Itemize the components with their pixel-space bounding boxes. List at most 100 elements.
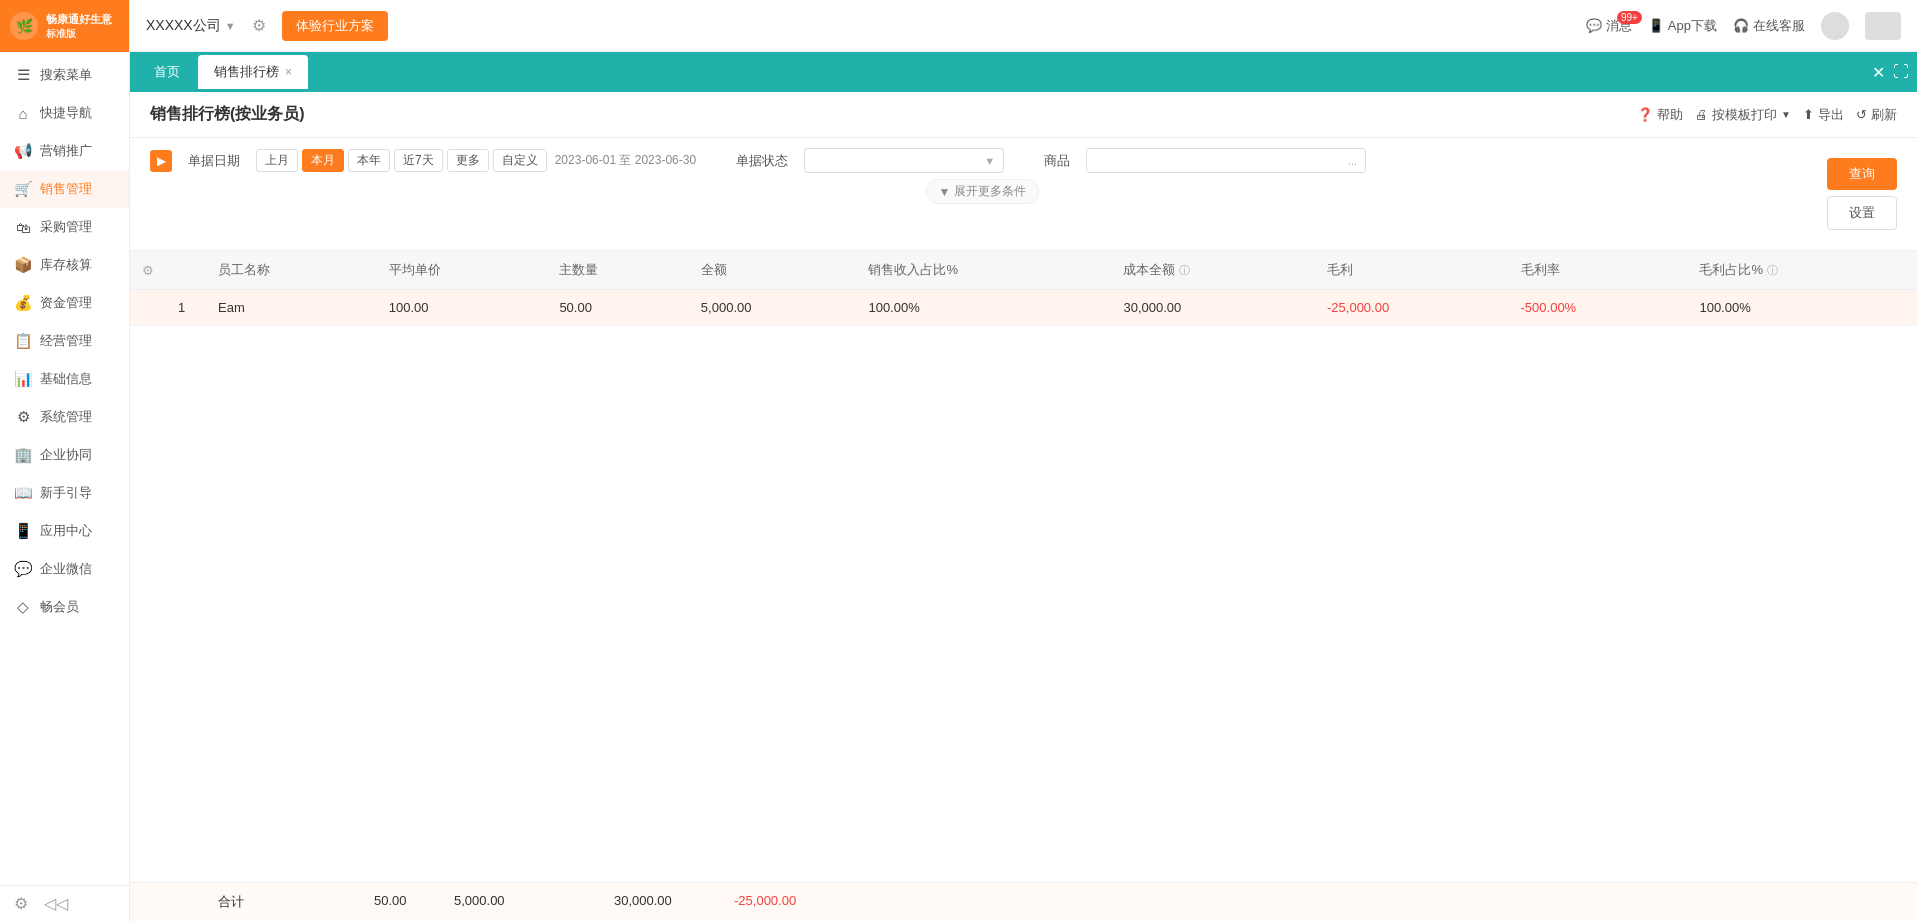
sidebar-item-label: 新手引导 [40, 484, 92, 502]
sidebar-item-finance[interactable]: 💰 资金管理 [0, 284, 129, 322]
table-header-row: ⚙ 员工名称 平均单价 主数量 全额 销售收入占比% 成本全额 ⓘ 毛利 毛利率 [130, 251, 1917, 290]
col-amount-header: 全额 [689, 251, 857, 290]
query-button[interactable]: 查询 [1827, 158, 1897, 190]
date-btn-this-month[interactable]: 本月 [302, 149, 344, 172]
amount-cell: 5,000.00 [689, 290, 857, 326]
collapse-icon[interactable]: ◁◁ [44, 894, 68, 913]
profit-rate-cell: -500.00% [1509, 290, 1688, 326]
topbar: XXXXX公司 ▼ ⚙ 体验行业方案 💬 消息 99+ 📱 App下载 🎧 在线… [130, 0, 1917, 52]
sidebar-item-inventory[interactable]: 📦 库存核算 [0, 246, 129, 284]
footer-profit: -25,000.00 [722, 893, 842, 911]
tab-close-icon[interactable]: × [285, 65, 292, 79]
col-profit-header: 毛利 [1315, 251, 1509, 290]
settings-button[interactable]: 设置 [1827, 196, 1897, 230]
message-button[interactable]: 💬 消息 99+ [1586, 17, 1632, 35]
status-select[interactable]: ▼ [804, 148, 1004, 173]
page-title: 销售排行榜(按业务员) [150, 104, 305, 125]
filter-bar: ▶ 单据日期 上月 本月 本年 近7天 更多 自定义 2023-06-01 至 … [130, 138, 1917, 251]
sidebar-footer: ⚙ ◁◁ [0, 885, 129, 921]
enterprise-icon: 🏢 [14, 446, 32, 464]
cost-info-icon[interactable]: ⓘ [1179, 264, 1190, 276]
expand-chevron-icon: ▼ [939, 185, 951, 199]
online-service-button[interactable]: 🎧 在线客服 [1733, 17, 1805, 35]
search-menu-icon: ☰ [14, 66, 32, 84]
sidebar-item-basic[interactable]: 📊 基础信息 [0, 360, 129, 398]
tabbar: 首页 销售排行榜 × ✕ ⛶ [130, 52, 1917, 92]
date-btn-7days[interactable]: 近7天 [394, 149, 443, 172]
rank-cell: 1 [166, 290, 206, 326]
sidebar-item-member[interactable]: ◇ 畅会员 [0, 588, 129, 626]
sidebar-item-newbie[interactable]: 📖 新手引导 [0, 474, 129, 512]
sidebar-item-label: 销售管理 [40, 180, 92, 198]
sidebar-item-label: 搜索菜单 [40, 66, 92, 84]
date-btn-more[interactable]: 更多 [447, 149, 489, 172]
col-profit-pct-header: 毛利占比% ⓘ [1687, 251, 1917, 290]
sidebar-item-marketing[interactable]: 📢 营销推广 [0, 132, 129, 170]
expand-conditions-button[interactable]: ▼ 展开更多条件 [926, 179, 1040, 204]
sidebar-item-operations[interactable]: 📋 经营管理 [0, 322, 129, 360]
tab-expand-icon[interactable]: ⛶ [1893, 63, 1909, 82]
settings-bottom-icon[interactable]: ⚙ [14, 894, 28, 913]
goods-more-icon: ... [1348, 155, 1357, 167]
help-button[interactable]: ❓ 帮助 [1637, 106, 1683, 124]
member-icon: ◇ [14, 598, 32, 616]
company-selector[interactable]: XXXXX公司 ▼ [146, 17, 236, 35]
sidebar-item-label: 营销推广 [40, 142, 92, 160]
footer-label: 合计 [142, 893, 362, 911]
tab-sales-ranking[interactable]: 销售排行榜 × [198, 55, 308, 89]
refresh-button[interactable]: ↺ 刷新 [1856, 106, 1897, 124]
sidebar-item-wechat[interactable]: 💬 企业微信 [0, 550, 129, 588]
date-range-display: 2023-06-01 至 2023-06-30 [555, 152, 696, 169]
date-btn-this-year[interactable]: 本年 [348, 149, 390, 172]
app-logo: 🌿 畅康通好生意 标准版 [0, 0, 129, 52]
profit-pct-info-icon[interactable]: ⓘ [1767, 264, 1778, 276]
app-download-icon: 📱 [1648, 18, 1664, 33]
trial-button[interactable]: 体验行业方案 [282, 11, 388, 41]
app-center-icon: 📱 [14, 522, 32, 540]
date-btn-custom[interactable]: 自定义 [493, 149, 547, 172]
sidebar-item-label: 资金管理 [40, 294, 92, 312]
btn-section: 查询 设置 [1815, 148, 1897, 240]
refresh-icon: ↺ [1856, 107, 1867, 122]
sidebar-item-enterprise[interactable]: 🏢 企业协同 [0, 436, 129, 474]
print-button[interactable]: 🖨 按模板打印 ▼ [1695, 106, 1791, 124]
col-settings-header[interactable]: ⚙ [130, 251, 166, 290]
user-avatar[interactable] [1821, 12, 1849, 40]
tabbar-right: ✕ ⛶ [1872, 63, 1909, 82]
profit-cell: -25,000.00 [1315, 290, 1509, 326]
date-buttons: 上月 本月 本年 近7天 更多 自定义 2023-06-01 至 2023-06… [256, 149, 696, 172]
topbar-gear-icon[interactable]: ⚙ [248, 12, 270, 39]
goods-input[interactable]: ... [1086, 148, 1366, 173]
sidebar-item-search[interactable]: ☰ 搜索菜单 [0, 56, 129, 94]
col-quantity-header: 主数量 [547, 251, 688, 290]
sidebar-item-quick-nav[interactable]: ⌂ 快捷导航 [0, 94, 129, 132]
export-button[interactable]: ⬆ 导出 [1803, 106, 1844, 124]
topbar-right: 💬 消息 99+ 📱 App下载 🎧 在线客服 [1586, 12, 1901, 40]
col-avg-price-header: 平均单价 [377, 251, 548, 290]
sidebar-item-system[interactable]: ⚙ 系统管理 [0, 398, 129, 436]
sidebar-item-label: 经营管理 [40, 332, 92, 350]
sidebar-item-purchase[interactable]: 🛍 采购管理 [0, 208, 129, 246]
sidebar-item-app-center[interactable]: 📱 应用中心 [0, 512, 129, 550]
col-cost-header: 成本全额 ⓘ [1111, 251, 1315, 290]
date-btn-last-month[interactable]: 上月 [256, 149, 298, 172]
tab-home[interactable]: 首页 [138, 55, 196, 89]
sidebar-item-sales[interactable]: 🛒 销售管理 [0, 170, 129, 208]
app-download-button[interactable]: 📱 App下载 [1648, 17, 1717, 35]
logo-icon: 🌿 [8, 10, 40, 42]
user-name-placeholder[interactable] [1865, 12, 1901, 40]
date-label: 单据日期 [188, 152, 240, 170]
footer-quantity: 50.00 [362, 893, 442, 911]
sidebar: 🌿 畅康通好生意 标准版 ☰ 搜索菜单 ⌂ 快捷导航 📢 营销推广 🛒 销售管理… [0, 0, 130, 921]
filter-toggle-btn[interactable]: ▶ [150, 150, 172, 172]
system-icon: ⚙ [14, 408, 32, 426]
row-settings-cell [130, 290, 166, 326]
message-badge: 99+ [1617, 11, 1642, 24]
name-cell: Eam [206, 290, 377, 326]
footer-amount: 5,000.00 [442, 893, 542, 911]
app-version: 标准版 [46, 27, 112, 40]
header-actions: ❓ 帮助 🖨 按模板打印 ▼ ⬆ 导出 ↺ 刷新 [1637, 106, 1897, 124]
tab-close-all-icon[interactable]: ✕ [1872, 63, 1885, 82]
sidebar-item-label: 畅会员 [40, 598, 79, 616]
finance-icon: 💰 [14, 294, 32, 312]
